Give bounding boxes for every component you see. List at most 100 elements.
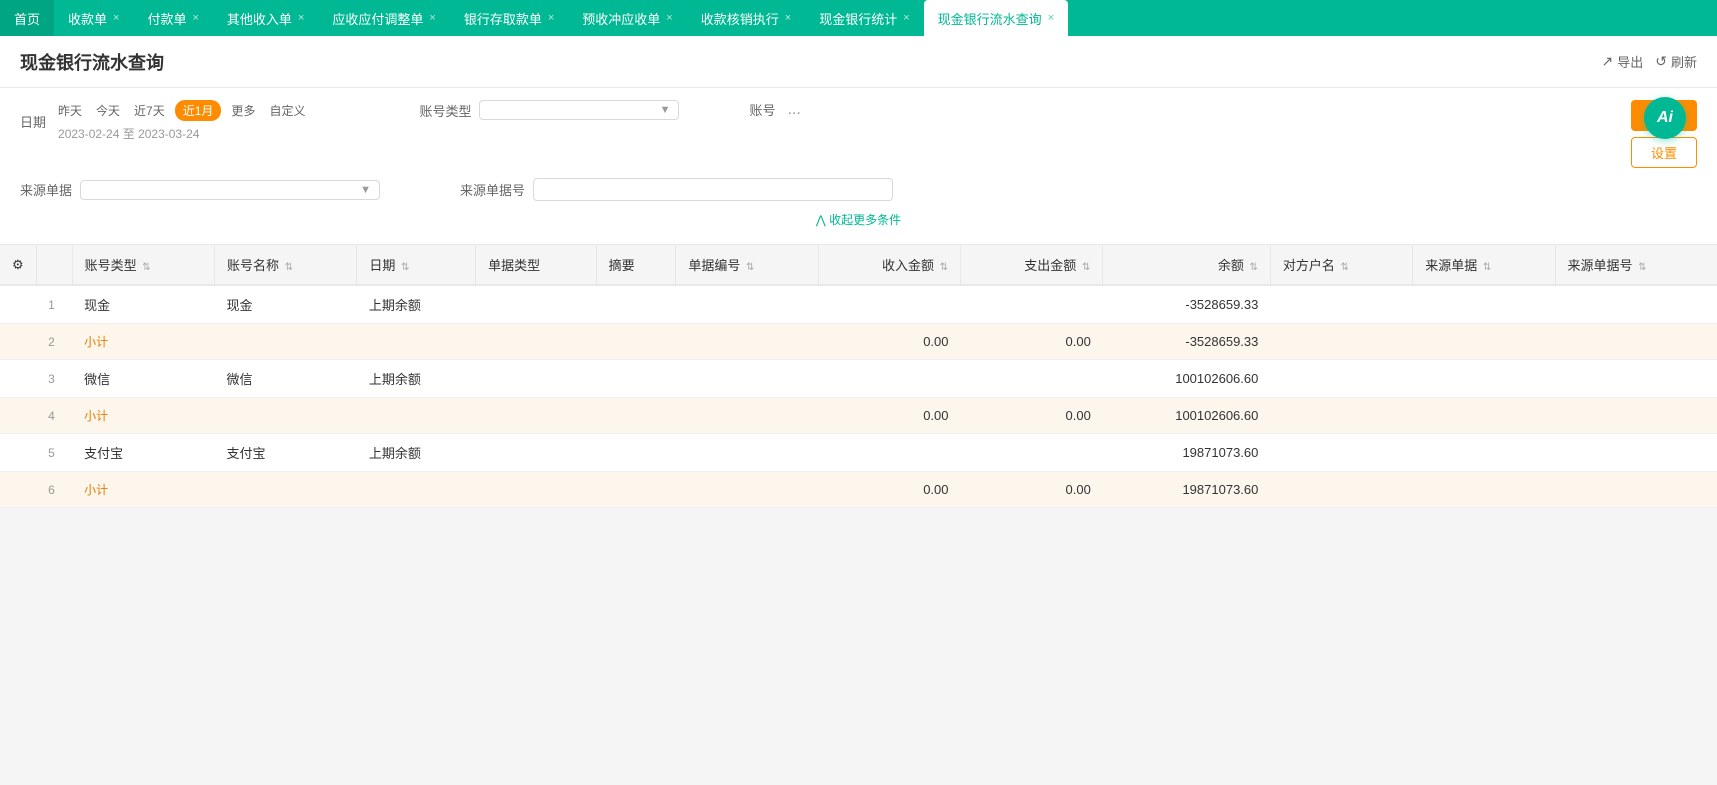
nav-item-other-income[interactable]: 其他收入单 × [213, 0, 318, 36]
td-balance: 100102606.60 [1103, 398, 1271, 434]
td-summary [596, 398, 676, 434]
source-doc-no-label: 来源单据号 [460, 180, 525, 199]
date-label: 日期 [20, 112, 46, 131]
payment-close-icon[interactable]: × [192, 12, 198, 24]
td-doc-no [676, 398, 818, 434]
receipt-close-icon[interactable]: × [113, 12, 119, 24]
nav-item-ar-adjust[interactable]: 应收应付调整单 × [318, 0, 449, 36]
th-expense[interactable]: 支出金额 ⇅ [961, 245, 1103, 285]
shortcut-yesterday[interactable]: 昨天 [54, 101, 86, 120]
refresh-label: 刷新 [1671, 52, 1697, 71]
sort-arrows-income: ⇅ [940, 262, 948, 273]
td-counterpart [1270, 324, 1412, 360]
shortcut-1month[interactable]: 近1月 [175, 100, 222, 121]
th-doc-no[interactable]: 单据编号 ⇅ [676, 245, 818, 285]
table-row[interactable]: 1现金现金上期余额-3528659.33 [0, 285, 1717, 324]
table-row[interactable]: 5支付宝支付宝上期余额19871073.60 [0, 434, 1717, 472]
nav-item-bank-deposit[interactable]: 银行存取款单 × [450, 0, 568, 36]
th-income[interactable]: 收入金额 ⇅ [818, 245, 960, 285]
bank-stats-close-icon[interactable]: × [903, 12, 909, 24]
nav-item-verify-exec[interactable]: 收款核销执行 × [687, 0, 805, 36]
td-income [818, 434, 960, 472]
refresh-button[interactable]: ↺ 刷新 [1655, 52, 1697, 71]
shortcut-today[interactable]: 今天 [92, 101, 124, 120]
td-income: 0.00 [818, 324, 960, 360]
source-doc-select[interactable]: ▼ [80, 180, 380, 200]
th-account-type[interactable]: 账号类型 ⇅ [72, 245, 214, 285]
account-type-label: 账号类型 [419, 101, 471, 120]
shortcut-custom[interactable]: 自定义 [265, 101, 309, 120]
advance-offset-close-icon[interactable]: × [666, 12, 672, 24]
verify-exec-close-icon[interactable]: × [785, 12, 791, 24]
table-row[interactable]: 6小计0.000.0019871073.60 [0, 472, 1717, 508]
nav-item-receipt[interactable]: 收款单 × [54, 0, 133, 36]
td-index: 1 [36, 285, 72, 324]
th-counterpart[interactable]: 对方户名 ⇅ [1270, 245, 1412, 285]
export-button[interactable]: ↗ 导出 [1602, 52, 1644, 71]
th-source-doc-no[interactable]: 来源单据号 ⇅ [1555, 245, 1717, 285]
td-account-type: 小计 [72, 324, 214, 360]
td-doc-type [476, 398, 596, 434]
table-body: 1现金现金上期余额-3528659.332小计0.000.00-3528659.… [0, 285, 1717, 508]
sort-arrows-counterpart: ⇅ [1341, 262, 1349, 273]
td-doc-type [476, 434, 596, 472]
shortcut-more[interactable]: 更多 [227, 101, 259, 120]
nav-item-bank-flow[interactable]: 现金银行流水查询 × [924, 0, 1068, 36]
header-actions: ↗ 导出 ↺ 刷新 [1602, 52, 1698, 71]
shortcut-7days[interactable]: 近7天 [130, 101, 169, 120]
td-date: 上期余额 [357, 285, 476, 324]
sort-arrows-account-type: ⇅ [142, 262, 150, 273]
th-gear[interactable]: ⚙ [0, 245, 36, 285]
td-income [818, 285, 960, 324]
td-expense [961, 360, 1103, 398]
td-counterpart [1270, 434, 1412, 472]
td-gear [0, 324, 36, 360]
td-doc-type [476, 360, 596, 398]
top-navigation: 首页 收款单 × 付款单 × 其他收入单 × 应收应付调整单 × 银行存取款单 … [0, 0, 1717, 36]
data-table: ⚙ 账号类型 ⇅ 账号名称 ⇅ 日期 ⇅ 单据类型 摘要 [0, 245, 1717, 508]
th-account-name[interactable]: 账号名称 ⇅ [214, 245, 356, 285]
td-date [357, 472, 476, 508]
source-doc-no-input[interactable] [533, 178, 893, 201]
td-source-doc-no [1555, 398, 1717, 434]
settings-button[interactable]: 设置 [1631, 137, 1697, 168]
table-row[interactable]: 3微信微信上期余额100102606.60 [0, 360, 1717, 398]
payment-label: 付款单 [147, 9, 186, 28]
nav-item-bank-stats[interactable]: 现金银行统计 × [805, 0, 923, 36]
sort-arrows-date: ⇅ [401, 262, 409, 273]
th-source-doc[interactable]: 来源单据 ⇅ [1413, 245, 1555, 285]
th-date[interactable]: 日期 ⇅ [357, 245, 476, 285]
td-doc-type [476, 285, 596, 324]
account-dots[interactable]: ... [787, 101, 800, 119]
sort-arrows-doc-no: ⇅ [746, 262, 754, 273]
td-gear [0, 398, 36, 434]
td-expense: 0.00 [961, 324, 1103, 360]
td-account-name [214, 472, 356, 508]
td-source-doc-no [1555, 472, 1717, 508]
bank-deposit-close-icon[interactable]: × [548, 12, 554, 24]
nav-item-home[interactable]: 首页 [0, 0, 54, 36]
td-summary [596, 324, 676, 360]
td-index: 6 [36, 472, 72, 508]
td-doc-no [676, 472, 818, 508]
td-expense: 0.00 [961, 398, 1103, 434]
table-row[interactable]: 2小计0.000.00-3528659.33 [0, 324, 1717, 360]
account-filter: 账号 ... [749, 100, 800, 119]
collapse-bar[interactable]: ⋀ 收起更多条件 [20, 207, 1697, 232]
ar-adjust-close-icon[interactable]: × [429, 12, 435, 24]
other-income-close-icon[interactable]: × [298, 12, 304, 24]
account-type-select[interactable]: ▼ [479, 100, 679, 120]
th-balance[interactable]: 余额 ⇅ [1103, 245, 1271, 285]
nav-item-payment[interactable]: 付款单 × [133, 0, 212, 36]
bank-flow-label: 现金银行流水查询 [938, 9, 1042, 28]
bank-flow-close-icon[interactable]: × [1048, 12, 1054, 24]
td-summary [596, 434, 676, 472]
sort-arrows-account-name: ⇅ [285, 262, 293, 273]
sort-arrows-source-doc: ⇅ [1483, 262, 1491, 273]
ai-badge[interactable]: Ai [1644, 97, 1686, 139]
td-doc-type [476, 472, 596, 508]
td-date [357, 324, 476, 360]
td-income [818, 360, 960, 398]
table-row[interactable]: 4小计0.000.00100102606.60 [0, 398, 1717, 434]
nav-item-advance-offset[interactable]: 预收冲应收单 × [568, 0, 686, 36]
